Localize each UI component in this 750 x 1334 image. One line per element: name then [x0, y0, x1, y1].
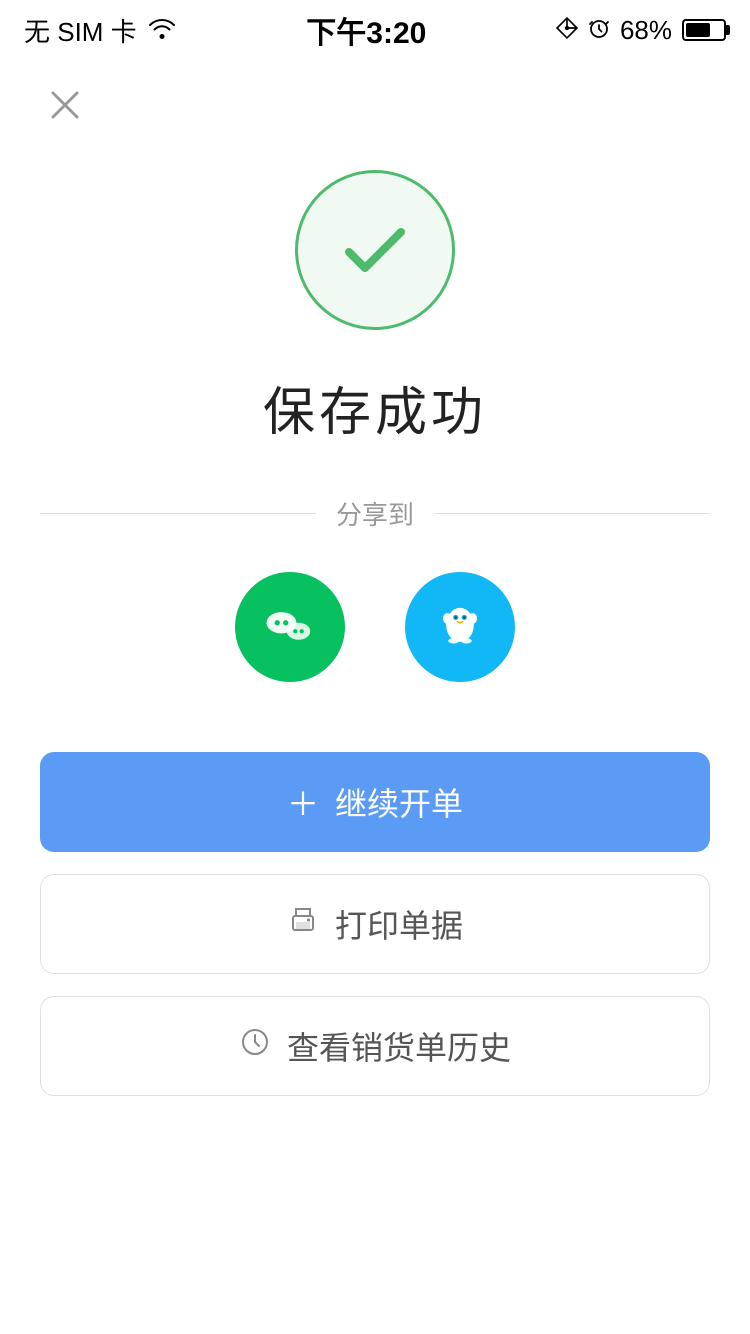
print-button[interactable]: 打印单据: [40, 874, 710, 974]
main-content: 保存成功 分享到: [0, 60, 750, 1334]
wechat-share-button[interactable]: [235, 572, 345, 682]
battery-percentage: 68%: [620, 15, 672, 46]
success-circle: [295, 170, 455, 330]
share-icons: [235, 572, 515, 682]
qq-share-button[interactable]: [405, 572, 515, 682]
share-divider-label: 分享到: [336, 495, 414, 532]
wifi-icon: [147, 15, 177, 46]
actions: ＋ 继续开单 打印单据 查看销货单历史: [40, 752, 710, 1096]
location-icon: [556, 15, 578, 46]
alarm-icon: [588, 15, 610, 46]
history-button[interactable]: 查看销货单历史: [40, 996, 710, 1096]
close-button[interactable]: [40, 80, 90, 130]
divider-line-left: [40, 513, 316, 514]
continue-label: 继续开单: [335, 779, 463, 825]
battery-icon: [682, 19, 726, 41]
qq-icon: [428, 595, 492, 659]
status-time: 下午3:20: [306, 8, 426, 52]
share-divider: 分享到: [40, 495, 710, 532]
continue-button[interactable]: ＋ 继续开单: [40, 752, 710, 852]
printer-icon: [287, 904, 319, 944]
status-left: 无 SIM 卡: [24, 12, 177, 49]
status-right: 68%: [556, 15, 726, 46]
status-bar: 无 SIM 卡 下午3:20 68%: [0, 0, 750, 60]
print-label: 打印单据: [335, 901, 463, 947]
success-title: 保存成功: [263, 370, 487, 445]
carrier-text: 无 SIM 卡: [24, 12, 137, 49]
wechat-icon: [258, 595, 322, 659]
success-icon: [295, 170, 455, 330]
checkmark-icon: [335, 210, 415, 290]
history-label: 查看销货单历史: [287, 1023, 511, 1069]
clock-icon: [239, 1026, 271, 1066]
divider-line-right: [434, 513, 710, 514]
plus-icon: ＋: [287, 779, 319, 825]
